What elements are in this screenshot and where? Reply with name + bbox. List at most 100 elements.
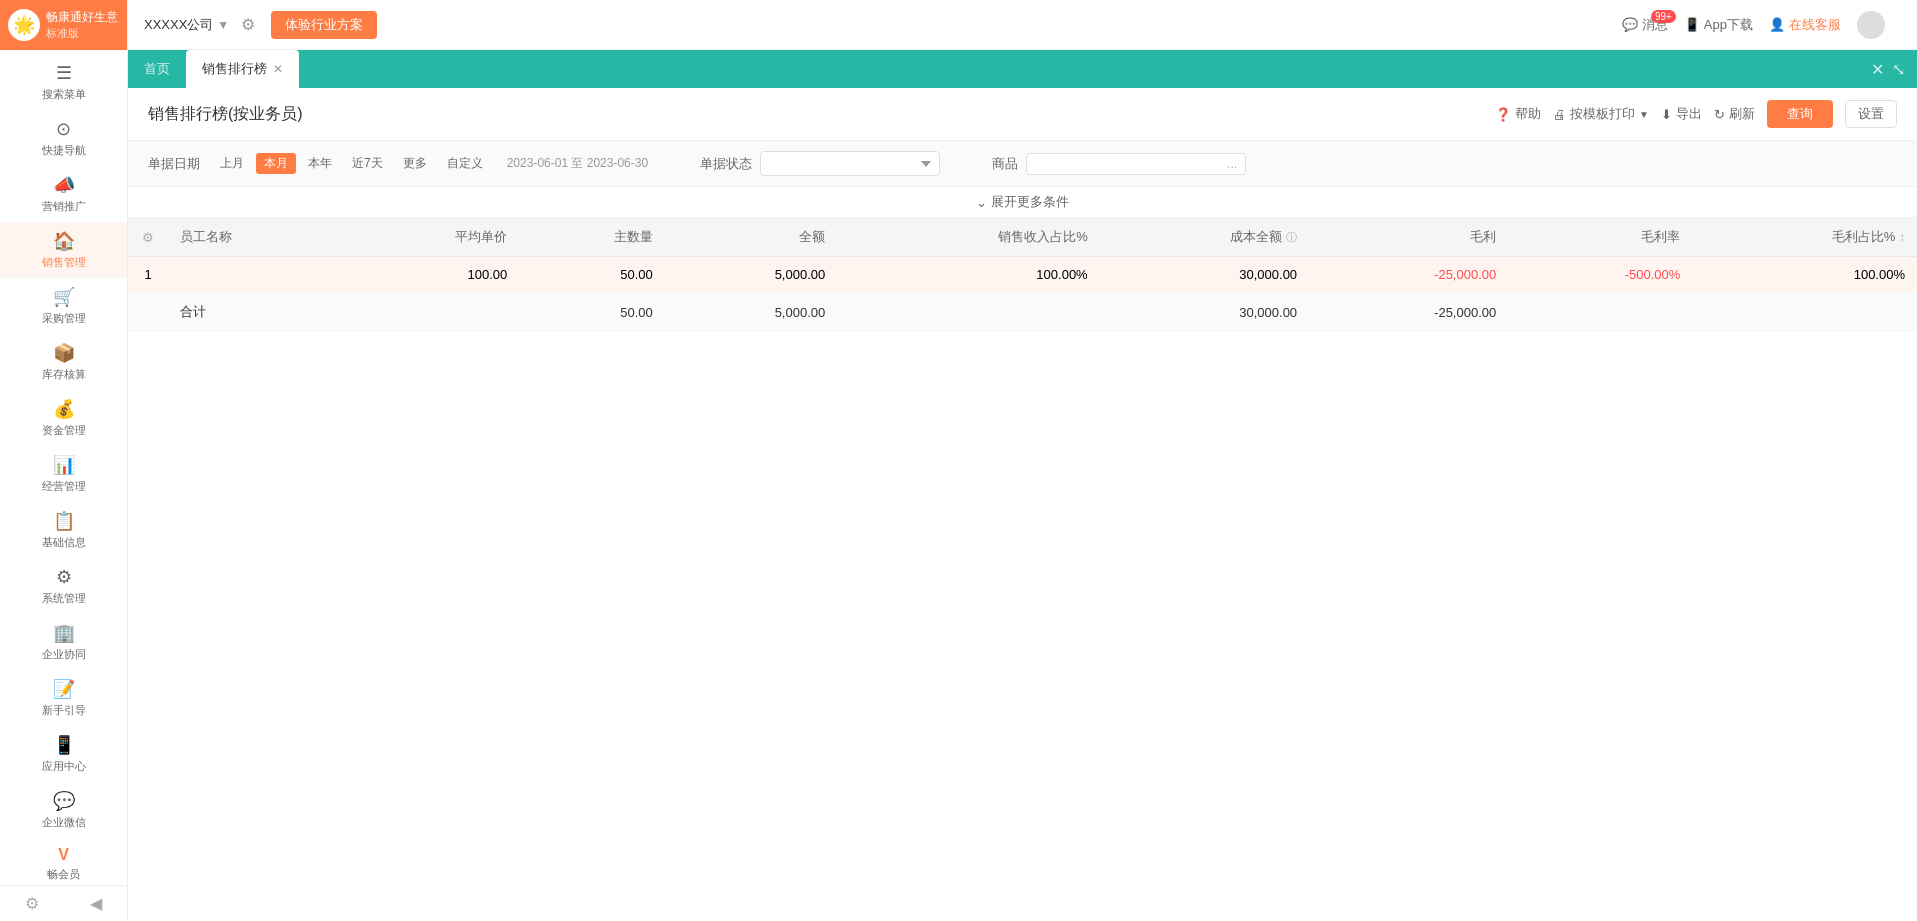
col-settings-header[interactable]: ⚙ (128, 218, 168, 257)
service-icon: 👤 (1769, 17, 1785, 32)
goods-filter-label: 商品 (992, 155, 1018, 173)
online-service-btn[interactable]: 👤 在线客服 (1769, 16, 1841, 34)
window-close-icon[interactable]: ✕ (1871, 60, 1884, 79)
search-menu-icon: ☰ (56, 62, 72, 84)
sidebar-item-corp[interactable]: 🏢 企业协同 (0, 614, 127, 670)
tab-close-icon[interactable]: ✕ (273, 62, 283, 76)
company-arrow-icon: ▼ (217, 18, 229, 32)
sidebar-item-guide[interactable]: 📝 新手引导 (0, 670, 127, 726)
tab-home[interactable]: 首页 (128, 50, 186, 88)
tab-sales-rank[interactable]: 销售排行榜 ✕ (186, 50, 299, 88)
expand-down-icon: ⌄ (976, 195, 987, 210)
table-row: 1 100.00 50.00 5,000.00 100.00% 30,000.0… (128, 257, 1917, 293)
col-profit-header: 毛利 (1309, 218, 1508, 257)
topbar: XXXXX公司 ▼ ⚙ 体验行业方案 💬 消息 99+ 📱 App下载 👤 在线… (128, 0, 1917, 50)
date-tab-custom[interactable]: 自定义 (439, 153, 491, 174)
cell-name (168, 257, 344, 293)
cell-cost: 30,000.00 (1100, 257, 1309, 293)
sidebar-item-search[interactable]: ☰ 搜索菜单 (0, 54, 127, 110)
cell-profit-rate: -500.00% (1508, 257, 1692, 293)
sidebar-item-system[interactable]: ⚙ 系统管理 (0, 558, 127, 614)
message-btn[interactable]: 💬 消息 99+ (1622, 16, 1668, 34)
date-tab-year[interactable]: 本年 (300, 153, 340, 174)
table-container: ⚙ 员工名称 平均单价 主数量 (128, 218, 1917, 921)
company-name: XXXXX公司 (144, 16, 213, 34)
footer-profit-rate (1508, 293, 1692, 332)
topbar-right: 💬 消息 99+ 📱 App下载 👤 在线客服 (1622, 11, 1901, 39)
marketing-icon: 📣 (53, 174, 75, 196)
refresh-btn[interactable]: ↻ 刷新 (1714, 105, 1755, 123)
footer-profit: -25,000.00 (1309, 293, 1508, 332)
tabbar: 首页 销售排行榜 ✕ ✕ ⤡ (128, 50, 1917, 88)
template-print-btn[interactable]: 🖨 按模板打印 ▼ (1553, 105, 1649, 123)
page-header-actions: ❓ 帮助 🖨 按模板打印 ▼ ⬇ 导出 ↻ 刷新 (1495, 100, 1897, 128)
expand-conditions-btn[interactable]: ⌄ 展开更多条件 (976, 193, 1069, 211)
col-avg-price-header: 平均单价 (344, 218, 520, 257)
cell-amount: 5,000.00 (665, 257, 837, 293)
cost-info-icon[interactable]: ⓘ (1286, 231, 1297, 243)
sidebar-item-operation[interactable]: 📊 经营管理 (0, 446, 127, 502)
basic-icon: 📋 (53, 510, 75, 532)
status-filter-group: 单据状态 (700, 151, 940, 176)
footer-avg-price (344, 293, 520, 332)
window-expand-icon[interactable]: ⤡ (1892, 60, 1905, 79)
finance-icon: 💰 (53, 398, 75, 420)
sales-icon: 🏠 (53, 230, 75, 252)
query-btn[interactable]: 查询 (1767, 100, 1833, 128)
goods-filter-input[interactable]: ... (1026, 153, 1246, 175)
sidebar-settings-btn[interactable]: ⚙ (25, 894, 39, 913)
sidebar-item-sales[interactable]: 🏠 销售管理 (0, 222, 127, 278)
date-tabs: 上月 本月 本年 近7天 更多 自定义 (212, 153, 491, 174)
tabbar-right: ✕ ⤡ (1871, 60, 1917, 79)
cell-sales-pct: 100.00% (837, 257, 1099, 293)
export-icon: ⬇ (1661, 107, 1672, 122)
page-title: 销售排行榜(按业务员) (148, 104, 303, 125)
footer-qty: 50.00 (519, 293, 665, 332)
sidebar-logo: 🌟 畅康通好生意 标准版 (0, 0, 127, 50)
sidebar: 🌟 畅康通好生意 标准版 ☰ 搜索菜单 ⊙ 快捷导航 📣 营销推广 🏠 销售管理… (0, 0, 128, 921)
message-icon: 💬 (1622, 17, 1638, 32)
data-table: ⚙ 员工名称 平均单价 主数量 (128, 218, 1917, 332)
sidebar-item-marketing[interactable]: 📣 营销推广 (0, 166, 127, 222)
sidebar-item-inventory[interactable]: 📦 库存核算 (0, 334, 127, 390)
user-avatar[interactable] (1857, 11, 1885, 39)
apps-icon: 📱 (53, 734, 75, 756)
footer-cost: 30,000.00 (1100, 293, 1309, 332)
operation-icon: 📊 (53, 454, 75, 476)
sidebar-item-purchase[interactable]: 🛒 采购管理 (0, 278, 127, 334)
profit-pct-sort-icon[interactable]: ↕ (1899, 230, 1905, 244)
guide-icon: 📝 (53, 678, 75, 700)
inventory-icon: 📦 (53, 342, 75, 364)
cell-qty: 50.00 (519, 257, 665, 293)
date-tab-last[interactable]: 上月 (212, 153, 252, 174)
print-icon: 🖨 (1553, 107, 1566, 122)
date-tab-current[interactable]: 本月 (256, 153, 296, 174)
sidebar-item-finance[interactable]: 💰 资金管理 (0, 390, 127, 446)
content-area: 销售排行榜(按业务员) ❓ 帮助 🖨 按模板打印 ▼ ⬇ 导出 (128, 88, 1917, 921)
help-btn[interactable]: ❓ 帮助 (1495, 105, 1541, 123)
sidebar-item-basic[interactable]: 📋 基础信息 (0, 502, 127, 558)
col-settings-icon: ⚙ (142, 230, 154, 245)
sidebar-item-apps[interactable]: 📱 应用中心 (0, 726, 127, 782)
settings-btn[interactable]: 设置 (1845, 100, 1897, 128)
filter-bar: 单据日期 上月 本月 本年 近7天 更多 自定义 2023-06-01 至 20… (128, 141, 1917, 187)
export-btn[interactable]: ⬇ 导出 (1661, 105, 1702, 123)
page: 销售排行榜(按业务员) ❓ 帮助 🖨 按模板打印 ▼ ⬇ 导出 (128, 88, 1917, 921)
sidebar-item-wechat[interactable]: 💬 企业微信 (0, 782, 127, 838)
status-filter-select[interactable] (760, 151, 940, 176)
app-download-btn[interactable]: 📱 App下载 (1684, 16, 1753, 34)
company-selector[interactable]: XXXXX公司 ▼ (144, 16, 229, 34)
sidebar-item-quicknav[interactable]: ⊙ 快捷导航 (0, 110, 127, 166)
system-icon: ⚙ (56, 566, 72, 588)
goods-filter-group: 商品 ... (992, 153, 1246, 175)
purchase-icon: 🛒 (53, 286, 75, 308)
col-sales-pct-header: 销售收入占比% (837, 218, 1099, 257)
trial-btn[interactable]: 体验行业方案 (271, 11, 377, 39)
sidebar-footer: ⚙ ◀ (0, 885, 127, 921)
print-arrow-icon: ▼ (1639, 109, 1649, 120)
date-tab-7days[interactable]: 近7天 (344, 153, 391, 174)
topbar-settings-icon[interactable]: ⚙ (241, 15, 255, 34)
sidebar-collapse-btn[interactable]: ◀ (90, 894, 102, 913)
sidebar-item-member[interactable]: V 畅会员 (0, 838, 127, 885)
date-tab-more[interactable]: 更多 (395, 153, 435, 174)
